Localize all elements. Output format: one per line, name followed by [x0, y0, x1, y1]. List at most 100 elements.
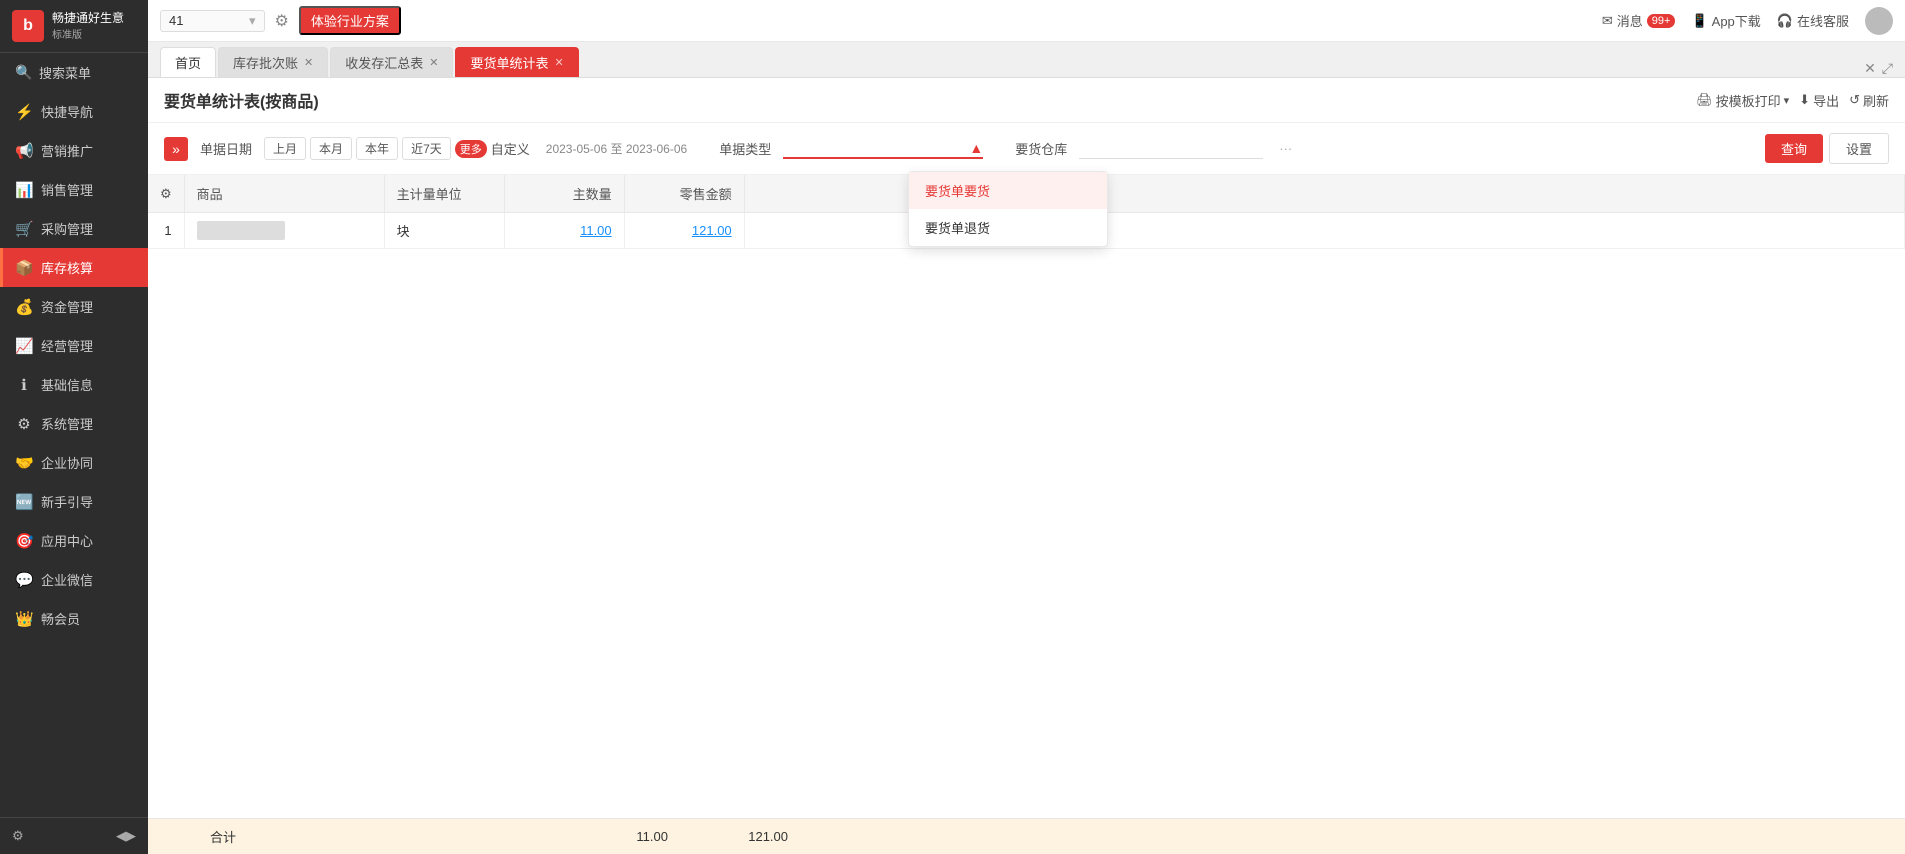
date-btn-this-year[interactable]: 本年	[356, 137, 398, 160]
message-icon: ✉	[1602, 13, 1613, 29]
tab-close-icon[interactable]: ✕	[304, 56, 313, 69]
sidebar-item-operation[interactable]: 📈 经营管理	[0, 326, 148, 365]
date-btn-7days[interactable]: 近7天	[402, 137, 451, 160]
page-header: 要货单统计表(按商品) 🖨 按模板打印 ▾ ⬇ 导出 ↺ 刷新	[148, 78, 1905, 123]
sidebar-footer: ⚙ ◀▶	[0, 817, 148, 854]
th-qty: 主数量	[504, 175, 624, 213]
table-footer: 合计 11.00 121.00	[148, 818, 1905, 854]
warehouse-input[interactable]	[1079, 139, 1263, 159]
tab-order-summary[interactable]: 要货单统计表 ✕	[455, 47, 578, 77]
sidebar-item-search[interactable]: 🔍 搜索菜单	[0, 53, 148, 92]
sidebar-item-label: 经营管理	[41, 336, 93, 355]
th-product: 商品	[184, 175, 384, 213]
print-dropdown-icon[interactable]: ▾	[1784, 94, 1790, 107]
app-download-icon: 📱	[1691, 13, 1707, 29]
table-wrap: ⚙ 商品 主计量单位 主数量 零售金额 1 ▓▓▓ 块	[148, 175, 1905, 818]
expand-window-icon[interactable]: ⤢	[1882, 60, 1893, 77]
newbie-icon: 🆕	[15, 493, 33, 511]
wechat-icon: 💬	[15, 571, 33, 589]
sidebar: b 畅捷通好生意 标准版 🔍 搜索菜单 ⚡ 快捷导航 📢 营销推广 📊 销售管理…	[0, 0, 148, 854]
dropdown-item-order[interactable]: 要货单要货	[909, 172, 1107, 209]
collapse-footer-btn[interactable]: ◀▶	[116, 828, 136, 844]
sidebar-item-label: 企业微信	[41, 570, 93, 589]
date-custom-btn[interactable]: 自定义	[491, 139, 530, 158]
more-filters-icon[interactable]: ···	[1279, 141, 1292, 156]
tab-label: 要货单统计表	[470, 53, 548, 72]
warehouse-label: 要货仓库	[1015, 139, 1067, 158]
filter-bar: » 单据日期 上月 本月 本年 近7天 更多 自定义 2023-05-06 至 …	[148, 123, 1905, 175]
tab-close-icon[interactable]: ✕	[555, 56, 564, 69]
appcenter-icon: 🎯	[15, 532, 33, 550]
sidebar-item-wechat[interactable]: 💬 企业微信	[0, 560, 148, 599]
promo-button[interactable]: 体验行业方案	[299, 6, 401, 35]
tab-close-icon[interactable]: ✕	[429, 56, 438, 69]
sidebar-item-member[interactable]: 👑 畅会员	[0, 599, 148, 638]
filter-actions: 查询 设置	[1765, 133, 1889, 164]
close-window-icon[interactable]: ✕	[1864, 60, 1876, 77]
message-btn[interactable]: ✉ 消息 99+	[1602, 11, 1676, 30]
online-service-label: 在线客服	[1797, 11, 1849, 30]
export-btn[interactable]: ⬇ 导出	[1799, 91, 1839, 110]
app-download-btn[interactable]: 📱 App下载	[1691, 11, 1760, 30]
tab-inventory-batch[interactable]: 库存批次账 ✕	[218, 47, 328, 77]
tab-label: 收发存汇总表	[345, 53, 423, 72]
refresh-btn[interactable]: ↺ 刷新	[1849, 91, 1889, 110]
date-more-badge[interactable]: 更多	[455, 140, 487, 158]
tab-receive-summary[interactable]: 收发存汇总表 ✕	[330, 47, 453, 77]
topbar-dropdown-arrow[interactable]: ▾	[249, 13, 256, 29]
dropdown-item-return[interactable]: 要货单退货	[909, 209, 1107, 246]
refresh-icon: ↺	[1849, 92, 1860, 108]
settings-button[interactable]: 设置	[1829, 133, 1889, 164]
topbar-gear-icon[interactable]: ⚙	[275, 11, 289, 31]
app-download-label: App下载	[1712, 11, 1761, 30]
sidebar-item-label: 资金管理	[41, 297, 93, 316]
topbar-right: ✉ 消息 99+ 📱 App下载 🎧 在线客服	[1602, 7, 1893, 35]
filter-expand-btn[interactable]: »	[164, 137, 188, 161]
type-dropdown-arrow[interactable]: ▲	[969, 140, 983, 156]
sidebar-item-label: 搜索菜单	[39, 63, 91, 82]
main-area: ▾ ⚙ 体验行业方案 ✉ 消息 99+ 📱 App下载 🎧 在线客服 首页	[148, 0, 1905, 854]
sidebar-item-label: 畅会员	[41, 609, 80, 628]
sidebar-item-finance[interactable]: 💰 资金管理	[0, 287, 148, 326]
logo: b 畅捷通好生意 标准版	[0, 0, 148, 53]
sidebar-item-inventory[interactable]: 📦 库存核算	[0, 248, 148, 287]
type-input[interactable]	[783, 138, 969, 157]
tab-maximize-controls: ✕ ⤢	[1864, 60, 1893, 77]
online-service-btn[interactable]: 🎧 在线客服	[1777, 11, 1849, 30]
product-placeholder: ▓▓▓	[197, 221, 285, 240]
td-amount[interactable]: 121.00	[624, 213, 744, 249]
date-btn-last-month[interactable]: 上月	[264, 137, 306, 160]
sidebar-item-newbie[interactable]: 🆕 新手引导	[0, 482, 148, 521]
sidebar-item-purchase[interactable]: 🛒 采购管理	[0, 209, 148, 248]
query-button[interactable]: 查询	[1765, 134, 1823, 163]
sidebar-item-system[interactable]: ⚙ 系统管理	[0, 404, 148, 443]
marketing-icon: 📢	[15, 142, 33, 160]
sidebar-item-sales[interactable]: 📊 销售管理	[0, 170, 148, 209]
sidebar-item-enterprise[interactable]: 🤝 企业协同	[0, 443, 148, 482]
filter-date-btns: 上月 本月 本年 近7天 更多 自定义	[264, 137, 530, 160]
sidebar-item-marketing[interactable]: 📢 营销推广	[0, 131, 148, 170]
avatar[interactable]	[1865, 7, 1893, 35]
date-btn-this-month[interactable]: 本月	[310, 137, 352, 160]
topbar-input-wrap: ▾	[160, 10, 265, 32]
tab-home[interactable]: 首页	[160, 47, 216, 77]
th-gear[interactable]: ⚙	[148, 175, 184, 213]
sidebar-item-label: 库存核算	[41, 258, 93, 277]
sidebar-item-quick[interactable]: ⚡ 快捷导航	[0, 92, 148, 131]
finance-icon: 💰	[15, 298, 33, 316]
search-icon: 🔍	[15, 64, 33, 81]
th-amount: 零售金额	[624, 175, 744, 213]
operation-icon: 📈	[15, 337, 33, 355]
sidebar-item-appcenter[interactable]: 🎯 应用中心	[0, 521, 148, 560]
sidebar-item-basic[interactable]: ℹ 基础信息	[0, 365, 148, 404]
settings-footer-btn[interactable]: ⚙	[12, 828, 24, 844]
date-label: 单据日期	[200, 139, 252, 158]
td-qty[interactable]: 11.00	[504, 213, 624, 249]
print-btn[interactable]: 🖨 按模板打印 ▾	[1696, 91, 1789, 110]
topbar: ▾ ⚙ 体验行业方案 ✉ 消息 99+ 📱 App下载 🎧 在线客服	[148, 0, 1905, 42]
sidebar-item-label: 采购管理	[41, 219, 93, 238]
filter-type-input-wrap: ▲	[783, 138, 983, 159]
footer-label: 合计	[210, 827, 440, 846]
td-product: ▓▓▓	[184, 213, 384, 249]
topbar-search-input[interactable]	[169, 13, 249, 28]
